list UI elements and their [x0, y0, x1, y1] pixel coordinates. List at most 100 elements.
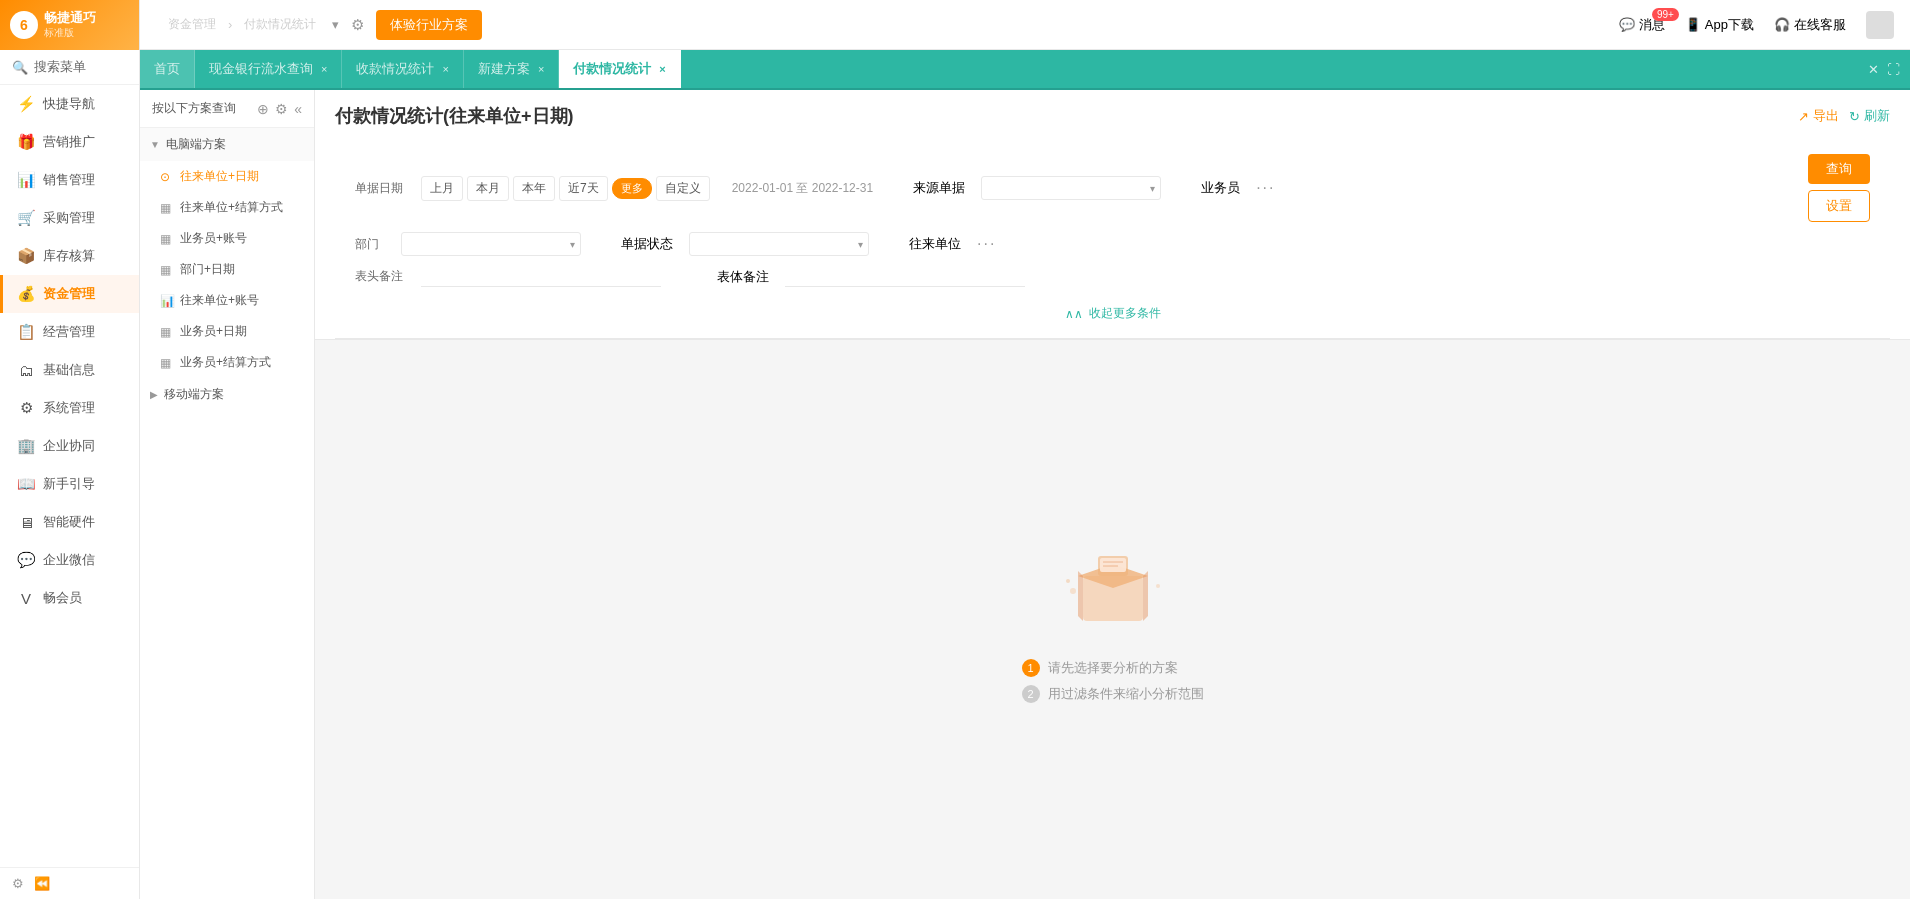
add-scheme-btn[interactable]: ⊕: [257, 101, 269, 117]
scheme-item-staff-date[interactable]: ▦ 业务员+日期: [140, 316, 314, 347]
tab-payment-stats[interactable]: 付款情况统计 ×: [559, 50, 680, 88]
sidebar-item-finance[interactable]: 💰 资金管理: [0, 275, 139, 313]
date-btn-this-month[interactable]: 本月: [467, 176, 509, 201]
source-select[interactable]: [981, 176, 1161, 200]
tab-receipt-stats[interactable]: 收款情况统计 ×: [342, 50, 463, 88]
scheme-item-label: 部门+日期: [180, 261, 235, 278]
tabbar: 首页 现金银行流水查询 × 收款情况统计 × 新建方案 × 付款情况统计 × ✕…: [140, 50, 1910, 90]
user-avatar[interactable]: [1866, 11, 1894, 39]
sidebar-item-marketing[interactable]: 🎁 营销推广: [0, 123, 139, 161]
date-btn-7days[interactable]: 近7天: [559, 176, 608, 201]
sidebar-item-guide[interactable]: 📖 新手引导: [0, 465, 139, 503]
hint-num-1: 1: [1022, 659, 1040, 677]
collapse-filter-btn[interactable]: ∧∧ 收起更多条件: [355, 297, 1870, 326]
setting-btn[interactable]: 设置: [1808, 190, 1870, 222]
partner-dots-btn[interactable]: ···: [977, 235, 996, 253]
expand-icon[interactable]: ⛶: [1887, 62, 1900, 77]
sidebar-item-sales[interactable]: 📊 销售管理: [0, 161, 139, 199]
scheme-grid-icon: ▦: [160, 232, 174, 246]
collapse-sidebar-icon[interactable]: ⏪: [34, 876, 50, 891]
sidebar-item-label: 系统管理: [43, 399, 95, 417]
sidebar-item-hardware[interactable]: 🖥 智能硬件: [0, 503, 139, 541]
sidebar-item-basic[interactable]: 🗂 基础信息: [0, 351, 139, 389]
app-download-area[interactable]: 📱 App下载: [1685, 16, 1754, 34]
collapse-scheme-panel-icon[interactable]: «: [294, 101, 302, 117]
staff-dots-btn[interactable]: ···: [1256, 179, 1275, 197]
topbar-dropdown-icon[interactable]: ▾: [332, 17, 339, 32]
tab-payment-stats-label: 付款情况统计: [573, 60, 651, 78]
quick-nav-icon: ⚡: [17, 95, 35, 113]
table-remark-input[interactable]: [421, 266, 661, 287]
sidebar-item-purchase[interactable]: 🛒 采购管理: [0, 199, 139, 237]
topbar-gear-icon[interactable]: ⚙: [351, 16, 364, 34]
tab-home[interactable]: 首页: [140, 50, 195, 88]
sidebar-item-operation[interactable]: 📋 经营管理: [0, 313, 139, 351]
scheme-settings-icon[interactable]: ⚙: [275, 101, 288, 117]
body-remark-input[interactable]: [785, 266, 1025, 287]
date-btn-more[interactable]: 更多: [612, 178, 652, 199]
logo-icon: 6: [10, 11, 38, 39]
date-btn-custom[interactable]: 自定义: [656, 176, 710, 201]
online-service-area[interactable]: 🎧 在线客服: [1774, 16, 1846, 34]
scheme-panel-header-icons: ⊕ ⚙ «: [257, 101, 302, 117]
dept-select-wrap: ▾: [401, 232, 581, 256]
scheme-item-unit-settle[interactable]: ▦ 往来单位+结算方式: [140, 192, 314, 223]
filter-query-actions: 查询 设置: [1808, 154, 1870, 222]
sidebar-item-inventory[interactable]: 📦 库存核算: [0, 237, 139, 275]
sidebar-item-member[interactable]: V 畅会员: [0, 579, 139, 617]
settings-icon[interactable]: ⚙: [12, 876, 24, 891]
content-area: 按以下方案查询 ⊕ ⚙ « ▼ 电脑端方案 ⊙ 往来单位+日期: [140, 90, 1910, 899]
tab-bank-flow-close[interactable]: ×: [321, 63, 327, 75]
corp-icon: 🏢: [17, 437, 35, 455]
sidebar-item-system[interactable]: ⚙ 系统管理: [0, 389, 139, 427]
scheme-item-dept-date[interactable]: ▦ 部门+日期: [140, 254, 314, 285]
marketing-icon: 🎁: [17, 133, 35, 151]
scheme-item-staff-account[interactable]: ▦ 业务员+账号: [140, 223, 314, 254]
svg-point-7: [1066, 579, 1070, 583]
tab-receipt-stats-close[interactable]: ×: [442, 63, 448, 75]
mobile-group-arrow-icon: ▶: [150, 389, 158, 400]
sidebar-item-label: 畅会员: [43, 589, 82, 607]
app-download-label: App下载: [1705, 16, 1754, 34]
close-all-icon[interactable]: ✕: [1868, 62, 1879, 77]
sidebar-item-quick-nav[interactable]: ⚡ 快捷导航: [0, 85, 139, 123]
refresh-btn[interactable]: ↻ 刷新: [1849, 107, 1890, 125]
scheme-group-mobile-header[interactable]: ▶ 移动端方案: [140, 378, 314, 411]
date-btn-this-year[interactable]: 本年: [513, 176, 555, 201]
dept-select[interactable]: [401, 232, 581, 256]
hint-num-2: 2: [1022, 685, 1040, 703]
tab-bank-flow[interactable]: 现金银行流水查询 ×: [195, 50, 342, 88]
purchase-icon: 🛒: [17, 209, 35, 227]
guide-icon: 📖: [17, 475, 35, 493]
tab-payment-stats-close[interactable]: ×: [659, 63, 665, 75]
tab-bank-flow-label: 现金银行流水查询: [209, 60, 313, 78]
tab-new-scheme[interactable]: 新建方案 ×: [464, 50, 559, 88]
scheme-item-unit-date[interactable]: ⊙ 往来单位+日期: [140, 161, 314, 192]
tab-new-scheme-close[interactable]: ×: [538, 63, 544, 75]
sidebar-item-weixin[interactable]: 💬 企业微信: [0, 541, 139, 579]
scheme-item-label: 业务员+账号: [180, 230, 247, 247]
scheme-item-unit-account[interactable]: 📊 往来单位+账号: [140, 285, 314, 316]
trial-btn[interactable]: 体验行业方案: [376, 10, 482, 40]
query-btn[interactable]: 查询: [1808, 154, 1870, 184]
online-service-label: 在线客服: [1794, 16, 1846, 34]
hardware-icon: 🖥: [17, 514, 35, 531]
tab-receipt-stats-label: 收款情况统计: [356, 60, 434, 78]
filter-row-1: 单据日期 上月 本月 本年 近7天 更多 自定义 2022-01-01 至 20…: [355, 154, 1870, 222]
scheme-group-desktop-header[interactable]: ▼ 电脑端方案: [140, 128, 314, 161]
message-icon: 💬: [1619, 17, 1635, 32]
export-btn[interactable]: ↗ 导出: [1798, 107, 1839, 125]
scheme-item-staff-settle[interactable]: ▦ 业务员+结算方式: [140, 347, 314, 378]
search-menu[interactable]: 🔍 搜索菜单: [0, 50, 139, 85]
date-buttons: 上月 本月 本年 近7天 更多 自定义: [421, 176, 710, 201]
scheme-active-icon: ⊙: [160, 170, 174, 184]
scheme-group-desktop: ▼ 电脑端方案 ⊙ 往来单位+日期 ▦ 往来单位+结算方式 ▦ 业务员+账号: [140, 128, 314, 378]
notification-area[interactable]: 💬 消息 99+: [1619, 16, 1665, 34]
sidebar-item-label: 销售管理: [43, 171, 95, 189]
empty-hints: 1 请先选择要分析的方案 2 用过滤条件来缩小分析范围: [1022, 659, 1204, 703]
date-btn-last-month[interactable]: 上月: [421, 176, 463, 201]
notification-badge: 99+: [1652, 8, 1679, 21]
mobile-icon: 📱: [1685, 17, 1701, 32]
sidebar-item-corp[interactable]: 🏢 企业协同: [0, 427, 139, 465]
doc-status-select[interactable]: [689, 232, 869, 256]
